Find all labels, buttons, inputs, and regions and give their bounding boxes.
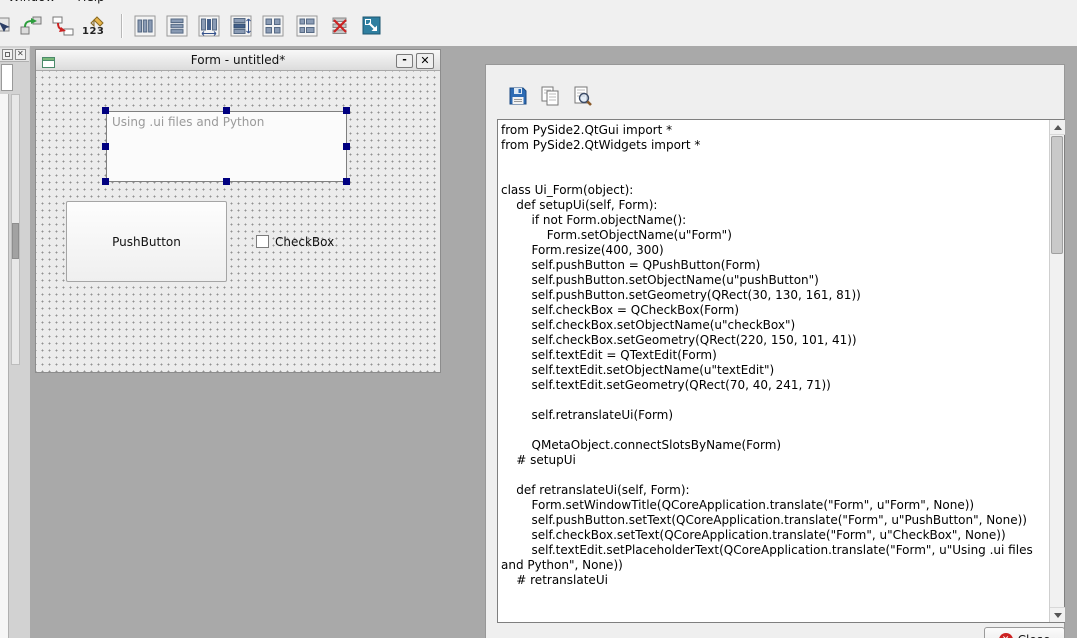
dock-filter-box[interactable] [1,64,13,91]
code-line: Form.resize(400, 300) [501,243,1047,258]
selection-handle-bottom-right[interactable] [343,178,350,185]
code-line: self.retranslateUi(Form) [501,408,1047,423]
menu-item-window[interactable]: Window [8,0,55,4]
scrollbar-up-arrow[interactable] [1050,120,1065,135]
code-line: self.textEdit.setGeometry(QRect(70, 40, … [501,378,1047,393]
code-line [501,393,1047,408]
code-line: self.checkBox = QCheckBox(Form) [501,303,1047,318]
code-line: self.pushButton.setObjectName(u"pushButt… [501,273,1047,288]
code-line: Form.setObjectName(u"Form") [501,228,1047,243]
code-line: from PySide2.QtWidgets import * [501,138,1047,153]
form-window-title: Form - untitled* [36,50,440,71]
selection-handle-top-middle[interactable] [223,107,230,114]
code-line: # retranslateUi [501,573,1047,588]
find-icon[interactable] [570,84,594,108]
code-scrollbar[interactable] [1049,120,1064,622]
textedit-placeholder: Using .ui files and Python [112,115,264,129]
adjust-size-icon[interactable] [359,13,385,39]
selection-handle-bottom-left[interactable] [102,178,109,185]
scrollbar-thumb[interactable] [1051,136,1063,254]
layout-vertically-icon[interactable] [164,13,190,39]
code-line: class Ui_Form(object): [501,183,1047,198]
code-line: self.pushButton.setText(QCoreApplication… [501,513,1047,528]
code-line: self.checkBox.setObjectName(u"checkBox") [501,318,1047,333]
code-line: Form.setWindowTitle(QCoreApplication.tra… [501,498,1047,513]
dialog-close-label: Close [1018,633,1051,638]
checkbox-label: CheckBox [275,235,334,249]
code-line: # setupUi [501,453,1047,468]
scrollbar-down-arrow[interactable] [1050,607,1065,622]
toolbar-separator [121,14,123,38]
dialog-close-button[interactable]: ✕ Close [984,627,1065,638]
code-line: from PySide2.QtGui import * [501,123,1047,138]
code-line: QMetaObject.connectSlotsByName(Form) [501,438,1047,453]
layout-vertically-in-splitter-icon[interactable] [228,13,254,39]
form-window-titlebar[interactable]: Form - untitled* - ✕ [36,50,440,71]
code-line [501,468,1047,483]
code-line [501,423,1047,438]
menu-item-help[interactable]: Help [77,0,104,4]
code-line: self.textEdit = QTextEdit(Form) [501,348,1047,363]
textedit-widget[interactable]: Using .ui files and Python [106,111,347,182]
edit-widgets-icon[interactable] [0,13,14,39]
form-canvas[interactable]: Using .ui files and Python PushButton Ch… [36,71,440,372]
copy-icon[interactable] [538,84,562,108]
selection-handle-bottom-middle[interactable] [223,178,230,185]
layout-in-grid-icon[interactable] [260,13,286,39]
code-line [501,168,1047,183]
dock-header: ✕ [0,48,29,62]
close-x-icon: ✕ [999,633,1013,638]
widget-box-dock: ✕ [0,46,30,638]
layout-horizontally-icon[interactable] [132,13,158,39]
break-layout-icon[interactable] [327,13,353,39]
selection-handle-middle-right[interactable] [343,143,350,150]
layout-horizontally-in-splitter-icon[interactable] [196,13,222,39]
dock-close-button[interactable]: ✕ [15,49,26,60]
edit-signals-slots-icon[interactable] [18,13,44,39]
selection-handle-middle-left[interactable] [102,143,109,150]
dock-scrollbar[interactable] [11,94,20,365]
save-icon[interactable] [506,84,530,108]
code-preview-dialog: from PySide2.QtGui import *from PySide2.… [485,64,1065,638]
dock-scrollbar-thumb[interactable] [12,223,19,259]
code-line: def retranslateUi(self, Form): [501,483,1047,498]
checkbox-widget[interactable]: CheckBox [256,221,357,262]
code-line: self.pushButton.setGeometry(QRect(30, 13… [501,288,1047,303]
edit-buddies-icon[interactable] [50,13,76,39]
edit-tab-order-icon[interactable]: 123 [82,13,112,39]
code-line: if not Form.objectName(): [501,213,1047,228]
mdi-workspace: ✕ Form - untitled* - ✕ Using .ui file [0,46,1077,638]
form-editor-window: Form - untitled* - ✕ Using .ui files and… [35,49,441,373]
code-line [501,153,1047,168]
checkbox-indicator[interactable] [256,235,269,248]
layout-in-form-icon[interactable] [294,13,320,39]
code-area: from PySide2.QtGui import *from PySide2.… [497,119,1065,623]
qt-designer-app: Window Help 123 [0,0,1077,638]
main-toolbar: 123 [0,6,480,46]
code-line: self.pushButton = QPushButton(Form) [501,258,1047,273]
code-line: self.checkBox.setText(QCoreApplication.t… [501,528,1047,543]
code-line: self.checkBox.setGeometry(QRect(220, 150… [501,333,1047,348]
selection-handle-top-right[interactable] [343,107,350,114]
pushbutton-label: PushButton [112,235,181,249]
dock-float-button[interactable] [2,49,13,60]
code-line: self.textEdit.setPlaceholderText(QCoreAp… [501,543,1047,573]
code-editor[interactable]: from PySide2.QtGui import *from PySide2.… [498,120,1049,622]
code-line: def setupUi(self, Form): [501,198,1047,213]
widget-box-list[interactable] [0,94,9,638]
selection-handle-top-left[interactable] [102,107,109,114]
code-line: self.textEdit.setObjectName(u"textEdit") [501,363,1047,378]
form-minimize-button[interactable]: - [396,54,413,68]
form-close-button[interactable]: ✕ [416,53,434,69]
pushbutton-widget[interactable]: PushButton [66,201,227,282]
